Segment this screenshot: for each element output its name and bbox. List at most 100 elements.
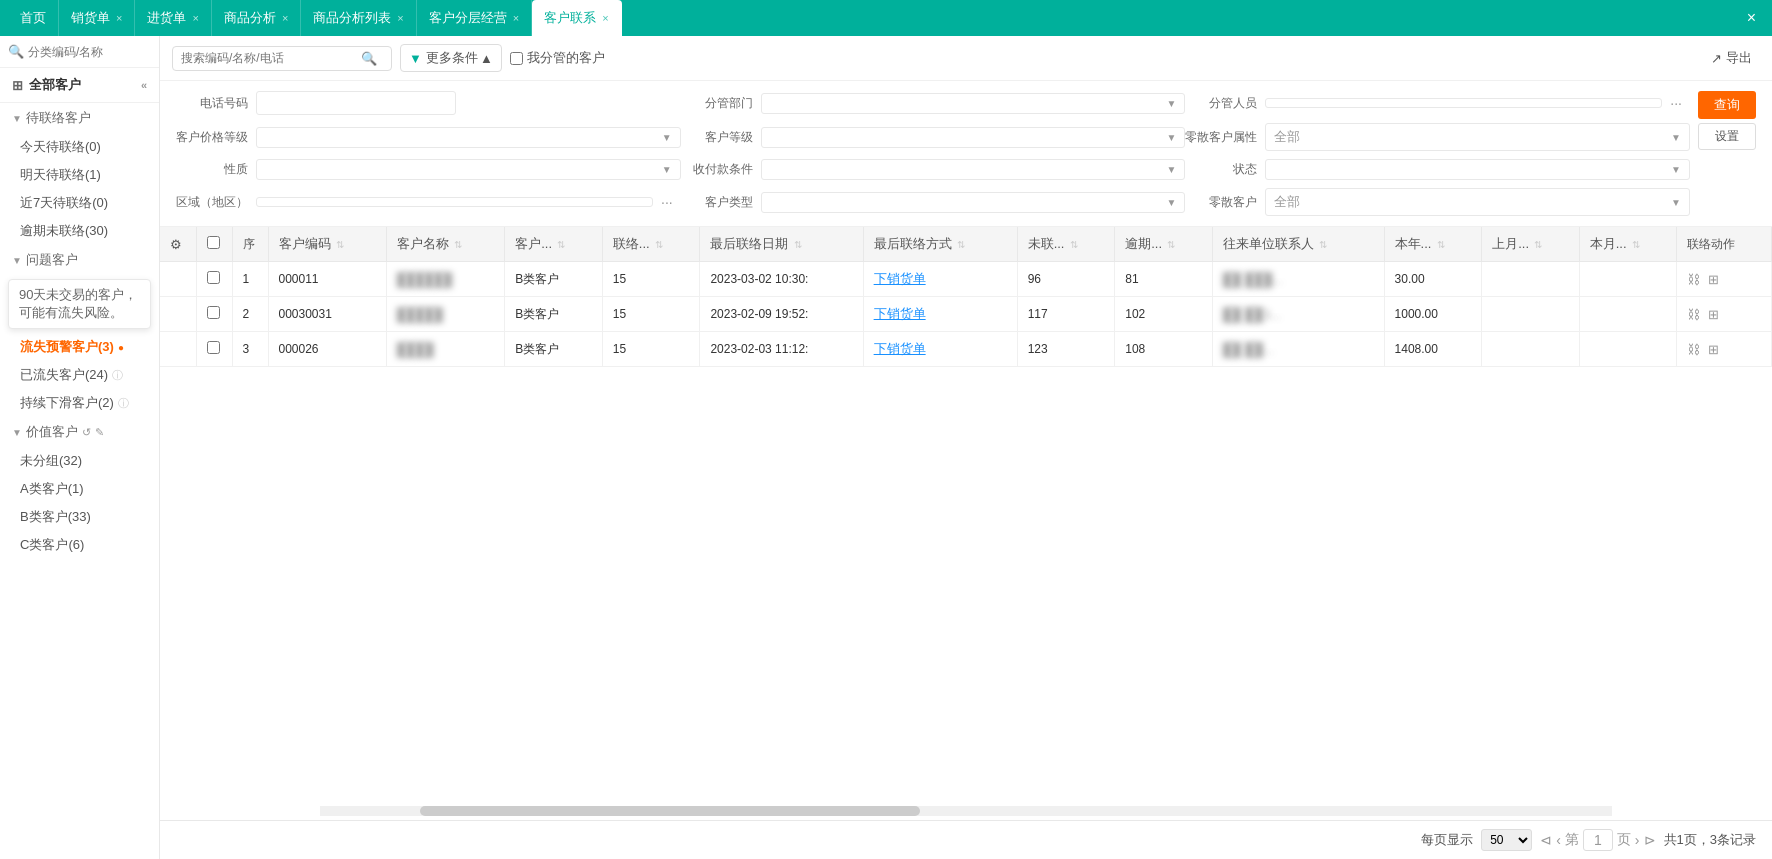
close-icon[interactable]: × (282, 12, 288, 24)
row-checkbox[interactable] (207, 306, 220, 319)
th-gear[interactable]: ⚙ (160, 227, 196, 262)
refresh-icon[interactable]: ↺ (82, 426, 91, 439)
export-button[interactable]: ↗ 导出 (1703, 45, 1760, 71)
sidebar-item-declining[interactable]: 持续下滑客户(2) ⓘ (0, 389, 159, 417)
current-page[interactable]: 1 (1583, 829, 1613, 851)
cell-this-month (1579, 332, 1677, 367)
filter-select-region[interactable] (256, 197, 653, 207)
chevron-down-icon: ▼ (662, 132, 672, 143)
close-icon[interactable]: × (397, 12, 403, 24)
close-icon[interactable]: × (602, 12, 608, 24)
cell-uncontact: 96 (1017, 262, 1115, 297)
filter-select-retail-customer[interactable]: 全部 ▼ (1265, 188, 1690, 216)
row-checkbox[interactable] (207, 271, 220, 284)
filter-field-status: 状态 ▼ (1185, 159, 1690, 180)
filter-panel: 电话号码 分管部门 ▼ 分管人员 (160, 81, 1772, 227)
close-icon[interactable]: × (116, 12, 122, 24)
sidebar-item-overdue[interactable]: 逾期未联络(30) (0, 217, 159, 245)
sidebar-item-tomorrow[interactable]: 明天待联络(1) (0, 161, 159, 189)
scrollbar-track (320, 806, 1612, 816)
cell-name: █████ (386, 297, 504, 332)
first-page-button[interactable]: ⊲ (1540, 832, 1552, 848)
more-filter-button[interactable]: ▼ 更多条件 ▲ (400, 44, 502, 72)
sidebar-section-problem-title[interactable]: ▼ 问题客户 (0, 245, 159, 275)
chevron-down-icon: ▼ (662, 164, 672, 175)
sort-icon: ⇅ (557, 239, 565, 250)
action-link-icon[interactable]: ⛓ (1687, 342, 1700, 357)
sidebar-section-pending: ▼ 待联络客户 今天待联络(0) 明天待联络(1) 近7天待联络(0) 逾期未联… (0, 103, 159, 245)
more-icon[interactable]: ··· (653, 194, 681, 210)
action-link-icon[interactable]: ⛓ (1687, 272, 1700, 287)
filter-select-customer-type[interactable]: ▼ (761, 192, 1186, 213)
sidebar-item-class-c[interactable]: C类客户(6) (0, 531, 159, 559)
tab-analysis[interactable]: 商品分析 × (212, 0, 301, 36)
filter-field-phone: 电话号码 (176, 91, 681, 115)
settings-button[interactable]: 设置 (1698, 123, 1756, 150)
filter-select-status[interactable]: ▼ (1265, 159, 1690, 180)
action-grid-icon[interactable]: ⊞ (1708, 342, 1719, 357)
tab-customer-layer[interactable]: 客户分层经营 × (417, 0, 532, 36)
more-icon[interactable]: ··· (1662, 95, 1690, 111)
sidebar-item-class-b[interactable]: B类客户(33) (0, 503, 159, 531)
tab-sales[interactable]: 销货单 × (59, 0, 135, 36)
action-grid-icon[interactable]: ⊞ (1708, 272, 1719, 287)
last-way-link[interactable]: 下销货单 (874, 271, 926, 286)
edit-icon[interactable]: ✎ (95, 426, 104, 439)
scrollbar-thumb[interactable] (420, 806, 920, 816)
filter-label-dept: 分管部门 (681, 95, 761, 112)
my-customers-checkbox-label[interactable]: 我分管的客户 (510, 49, 605, 67)
tab-customer-contact[interactable]: 客户联系 × (532, 0, 621, 36)
filter-label-price-grade: 客户价格等级 (176, 129, 256, 146)
table-row: 1 000011 ██████ B类客户 15 2023-03-02 10:30… (160, 262, 1772, 297)
filter-select-retail-attr[interactable]: 全部 ▼ (1265, 123, 1690, 151)
filter-select-nature[interactable]: ▼ (256, 159, 681, 180)
filter-field-payment: 收付款条件 ▼ (681, 159, 1186, 180)
gear-icon[interactable]: ⚙ (170, 237, 182, 252)
last-way-link[interactable]: 下销货单 (874, 306, 926, 321)
sidebar-search-input[interactable] (28, 45, 160, 59)
tab-home[interactable]: 首页 (8, 0, 59, 36)
info-icon: ⓘ (118, 396, 129, 411)
sidebar-item-today[interactable]: 今天待联络(0) (0, 133, 159, 161)
sidebar-item-churn-warning[interactable]: 流失预警客户(3) ● (0, 333, 159, 361)
row-checkbox[interactable] (207, 341, 220, 354)
cell-no: 1 (232, 262, 268, 297)
action-grid-icon[interactable]: ⊞ (1708, 307, 1719, 322)
filter-select-grade[interactable]: ▼ (761, 127, 1186, 148)
sidebar-item-ungrouped[interactable]: 未分组(32) (0, 447, 159, 475)
filter-field-region: 区域（地区） ··· (176, 194, 681, 211)
tab-analysis-list[interactable]: 商品分析列表 × (301, 0, 416, 36)
filter-input-phone[interactable] (256, 91, 456, 115)
last-way-link[interactable]: 下销货单 (874, 341, 926, 356)
sidebar-all-customers[interactable]: ⊞ 全部客户 « (0, 68, 159, 103)
cell-contact: 15 (602, 332, 700, 367)
filter-select-price-grade[interactable]: ▼ (256, 127, 681, 148)
sidebar-item-class-a[interactable]: A类客户(1) (0, 475, 159, 503)
filter-select-dept[interactable]: ▼ (761, 93, 1186, 114)
close-icon[interactable]: × (513, 12, 519, 24)
last-page-button[interactable]: ⊳ (1644, 832, 1656, 848)
th-contact: 联络... ⇅ (602, 227, 700, 262)
window-close-button[interactable]: × (1739, 9, 1764, 27)
horizontal-scrollbar[interactable] (160, 802, 1772, 820)
query-button[interactable]: 查询 (1698, 91, 1756, 119)
select-all-checkbox[interactable] (207, 236, 220, 249)
close-icon[interactable]: × (192, 12, 198, 24)
next-page-button[interactable]: › (1635, 832, 1640, 848)
my-customers-checkbox[interactable] (510, 52, 523, 65)
cell-last-month (1482, 332, 1580, 367)
sidebar-section-value-title[interactable]: ▼ 价值客户 ↺ ✎ (0, 417, 159, 447)
action-link-icon[interactable]: ⛓ (1687, 307, 1700, 322)
filter-select-payment[interactable]: ▼ (761, 159, 1186, 180)
search-button[interactable]: 🔍 (361, 51, 377, 66)
sidebar-section-pending-title[interactable]: ▼ 待联络客户 (0, 103, 159, 133)
filter-field-person: 分管人员 ··· (1185, 95, 1690, 112)
search-input[interactable] (181, 51, 361, 65)
sidebar-item-7days[interactable]: 近7天待联络(0) (0, 189, 159, 217)
tab-purchase[interactable]: 进货单 × (135, 0, 211, 36)
prev-page-button[interactable]: ‹ (1556, 832, 1561, 848)
cell-last-way: 下销货单 (863, 297, 1017, 332)
sidebar-item-churned[interactable]: 已流失客户(24) ⓘ (0, 361, 159, 389)
per-page-select[interactable]: 50 100 200 (1481, 829, 1532, 851)
filter-select-person[interactable] (1265, 98, 1662, 108)
